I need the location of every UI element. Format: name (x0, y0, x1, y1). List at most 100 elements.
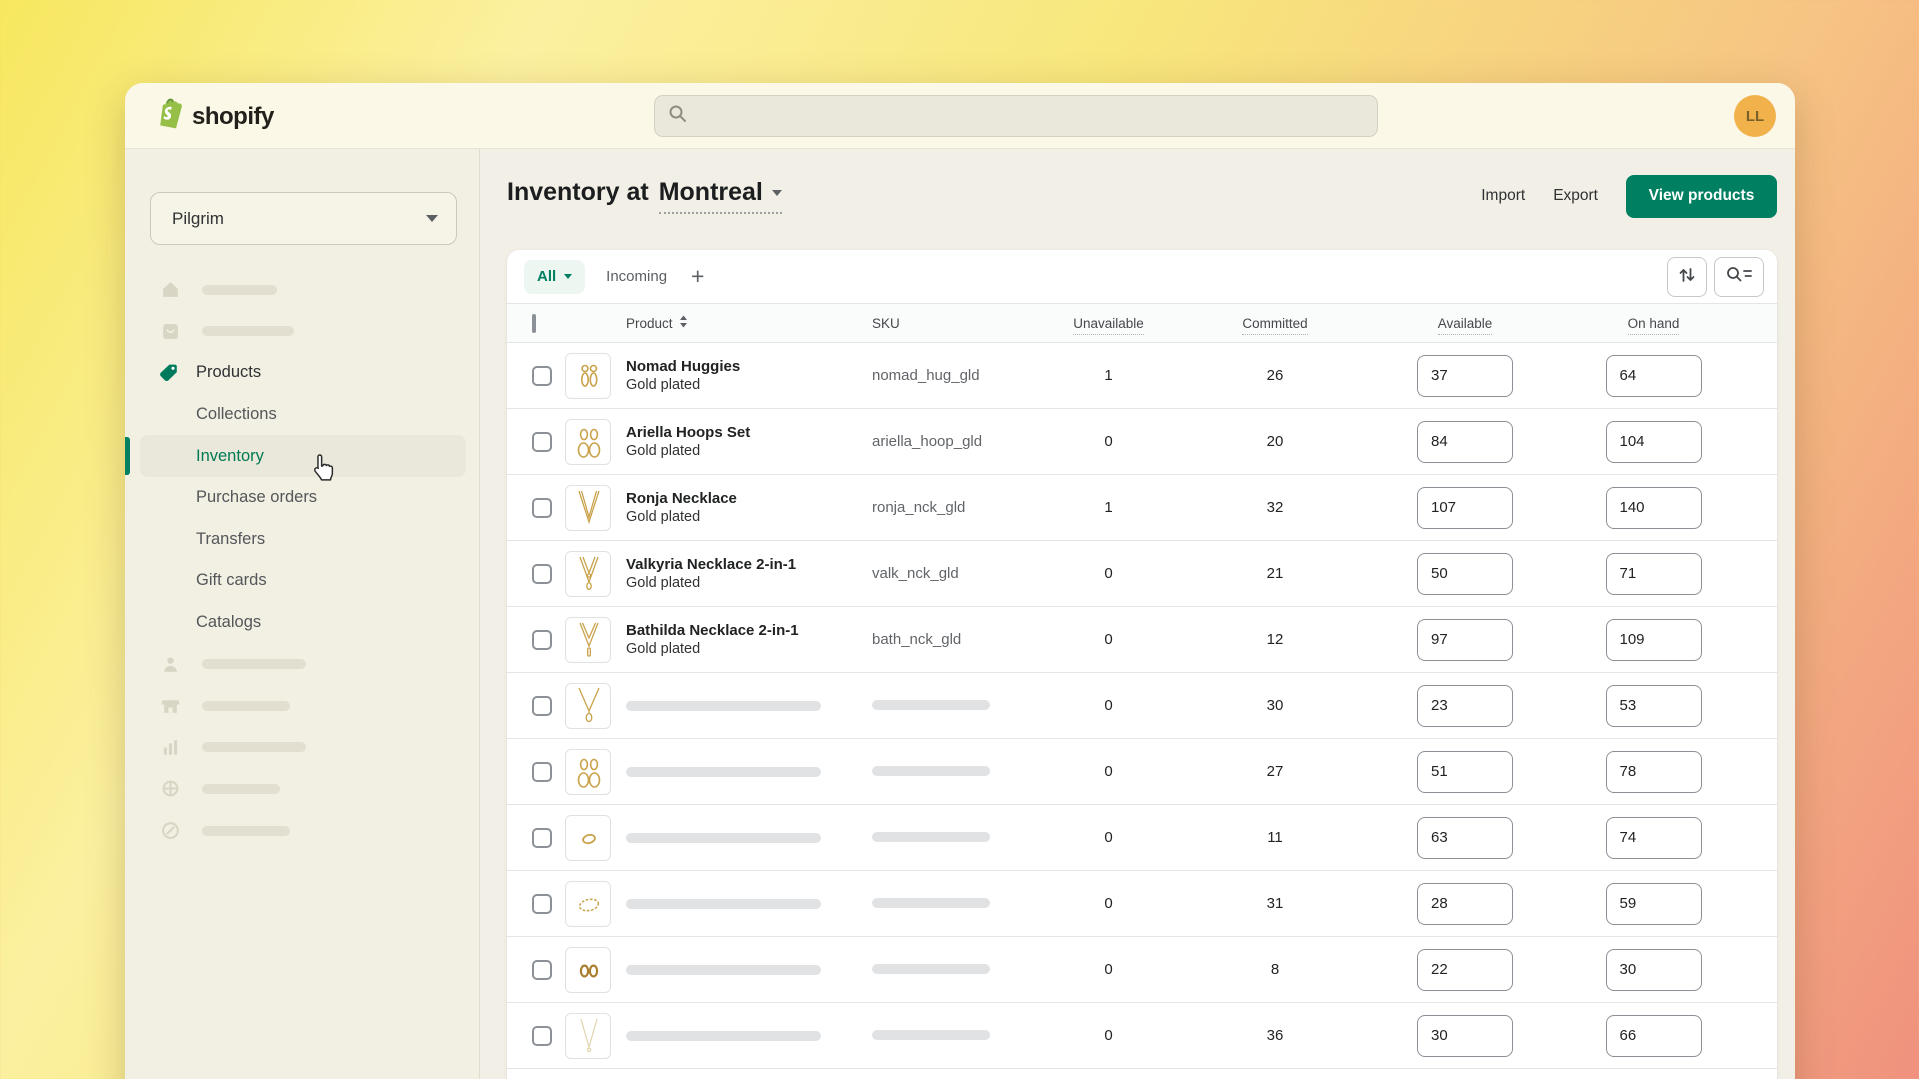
location-picker[interactable]: Montreal (659, 178, 782, 214)
column-header-sku: SKU (872, 316, 1042, 331)
row-checkbox[interactable] (532, 564, 552, 584)
store-switcher[interactable]: Pilgrim (150, 192, 457, 245)
sidebar-item-gift-cards[interactable]: Gift cards (140, 560, 466, 602)
product-name[interactable]: Bathilda Necklace 2-in-1 (626, 622, 872, 639)
available-input[interactable] (1417, 685, 1513, 727)
sidebar-item-purchase-orders[interactable]: Purchase orders (140, 477, 466, 519)
product-variant: Gold plated (626, 443, 872, 459)
sku-cell: nomad_hug_gld (872, 367, 1042, 384)
on-hand-input[interactable] (1606, 487, 1702, 529)
available-input[interactable] (1417, 817, 1513, 859)
tab-incoming[interactable]: Incoming (606, 268, 667, 285)
sku-cell: ronja_nck_gld (872, 499, 1042, 516)
on-hand-input[interactable] (1606, 355, 1702, 397)
row-checkbox[interactable] (532, 828, 552, 848)
product-name[interactable]: Ariella Hoops Set (626, 424, 872, 441)
unavailable-value: 0 (1104, 433, 1112, 450)
row-checkbox[interactable] (532, 696, 552, 716)
committed-value: 12 (1267, 631, 1284, 648)
sidebar-skeleton-item (125, 727, 479, 769)
skeleton-bar (202, 659, 306, 669)
available-input[interactable] (1417, 619, 1513, 661)
product-name[interactable]: Nomad Huggies (626, 358, 872, 375)
avatar[interactable]: LL (1734, 95, 1776, 137)
available-input[interactable] (1417, 487, 1513, 529)
on-hand-input[interactable] (1606, 1015, 1702, 1057)
global-search-input[interactable] (654, 95, 1378, 137)
on-hand-input[interactable] (1606, 883, 1702, 925)
unavailable-value: 0 (1104, 1027, 1112, 1044)
row-checkbox[interactable] (532, 1026, 552, 1046)
logo-text: shopify (192, 103, 274, 131)
column-header-committed[interactable]: Committed (1242, 316, 1307, 331)
available-input[interactable] (1417, 421, 1513, 463)
orders-icon (160, 321, 181, 342)
column-header-product[interactable]: Product (626, 315, 872, 331)
sidebar-skeleton-item (125, 810, 479, 852)
skeleton-bar (872, 832, 990, 842)
sidebar-item-transfers[interactable]: Transfers (140, 519, 466, 561)
sort-arrows-icon (1677, 265, 1697, 288)
product-name[interactable]: Valkyria Necklace 2-in-1 (626, 556, 872, 573)
available-input[interactable] (1417, 949, 1513, 991)
on-hand-input[interactable] (1606, 949, 1702, 991)
row-checkbox[interactable] (532, 366, 552, 386)
available-cell (1417, 751, 1513, 793)
product-thumbnail (565, 617, 611, 663)
available-input[interactable] (1417, 751, 1513, 793)
column-header-available[interactable]: Available (1438, 316, 1493, 331)
on-hand-input[interactable] (1606, 685, 1702, 727)
column-header-unavailable[interactable]: Unavailable (1073, 316, 1144, 331)
sort-button[interactable] (1667, 257, 1707, 297)
sidebar-item-collections[interactable]: Collections (140, 394, 466, 436)
product-variant: Gold plated (626, 377, 872, 393)
committed-value: 27 (1267, 763, 1284, 780)
on-hand-input[interactable] (1606, 817, 1702, 859)
product-thumbnail (565, 353, 611, 399)
unavailable-value: 1 (1104, 367, 1112, 384)
available-cell (1417, 487, 1513, 529)
product-thumbnail (565, 815, 611, 861)
available-input[interactable] (1417, 355, 1513, 397)
product-thumbnail (565, 947, 611, 993)
committed-value: 36 (1267, 1027, 1284, 1044)
row-checkbox[interactable] (532, 960, 552, 980)
available-cell (1417, 949, 1513, 991)
committed-value: 30 (1267, 697, 1284, 714)
select-all-checkbox[interactable] (532, 314, 536, 333)
select-all-area[interactable] (532, 316, 565, 331)
search-filter-button[interactable] (1714, 257, 1764, 297)
on-hand-input[interactable] (1606, 553, 1702, 595)
column-header-on-hand[interactable]: On hand (1628, 316, 1680, 331)
on-hand-input[interactable] (1606, 421, 1702, 463)
product-thumbnail (565, 419, 611, 465)
export-button[interactable]: Export (1553, 187, 1598, 205)
available-cell (1417, 619, 1513, 661)
row-checkbox[interactable] (532, 894, 552, 914)
row-checkbox[interactable] (532, 432, 552, 452)
available-input[interactable] (1417, 1015, 1513, 1057)
row-checkbox[interactable] (532, 762, 552, 782)
product-name[interactable]: Ronja Necklace (626, 490, 872, 507)
available-input[interactable] (1417, 553, 1513, 595)
tab-all[interactable]: All (524, 260, 585, 294)
sidebar-item-products[interactable]: Products (125, 352, 479, 394)
row-checkbox[interactable] (532, 630, 552, 650)
search-icon (667, 103, 688, 129)
available-input[interactable] (1417, 883, 1513, 925)
import-button[interactable]: Import (1481, 187, 1525, 205)
sidebar-item-catalogs[interactable]: Catalogs (140, 602, 466, 644)
on-hand-input[interactable] (1606, 751, 1702, 793)
add-view-button[interactable]: + (691, 265, 704, 288)
view-products-button[interactable]: View products (1626, 175, 1777, 218)
product-variant: Gold plated (626, 509, 872, 525)
committed-value: 11 (1267, 829, 1283, 846)
table-row: 0 11 (507, 805, 1777, 871)
analytics-icon (160, 737, 181, 758)
sidebar-item-inventory[interactable]: Inventory (140, 435, 466, 477)
page-title: Inventory at Montreal (507, 178, 782, 214)
sort-direction-icon (679, 315, 688, 331)
on-hand-input[interactable] (1606, 619, 1702, 661)
table-row: Bathilda Necklace 2-in-1 Gold plated bat… (507, 607, 1777, 673)
row-checkbox[interactable] (532, 498, 552, 518)
